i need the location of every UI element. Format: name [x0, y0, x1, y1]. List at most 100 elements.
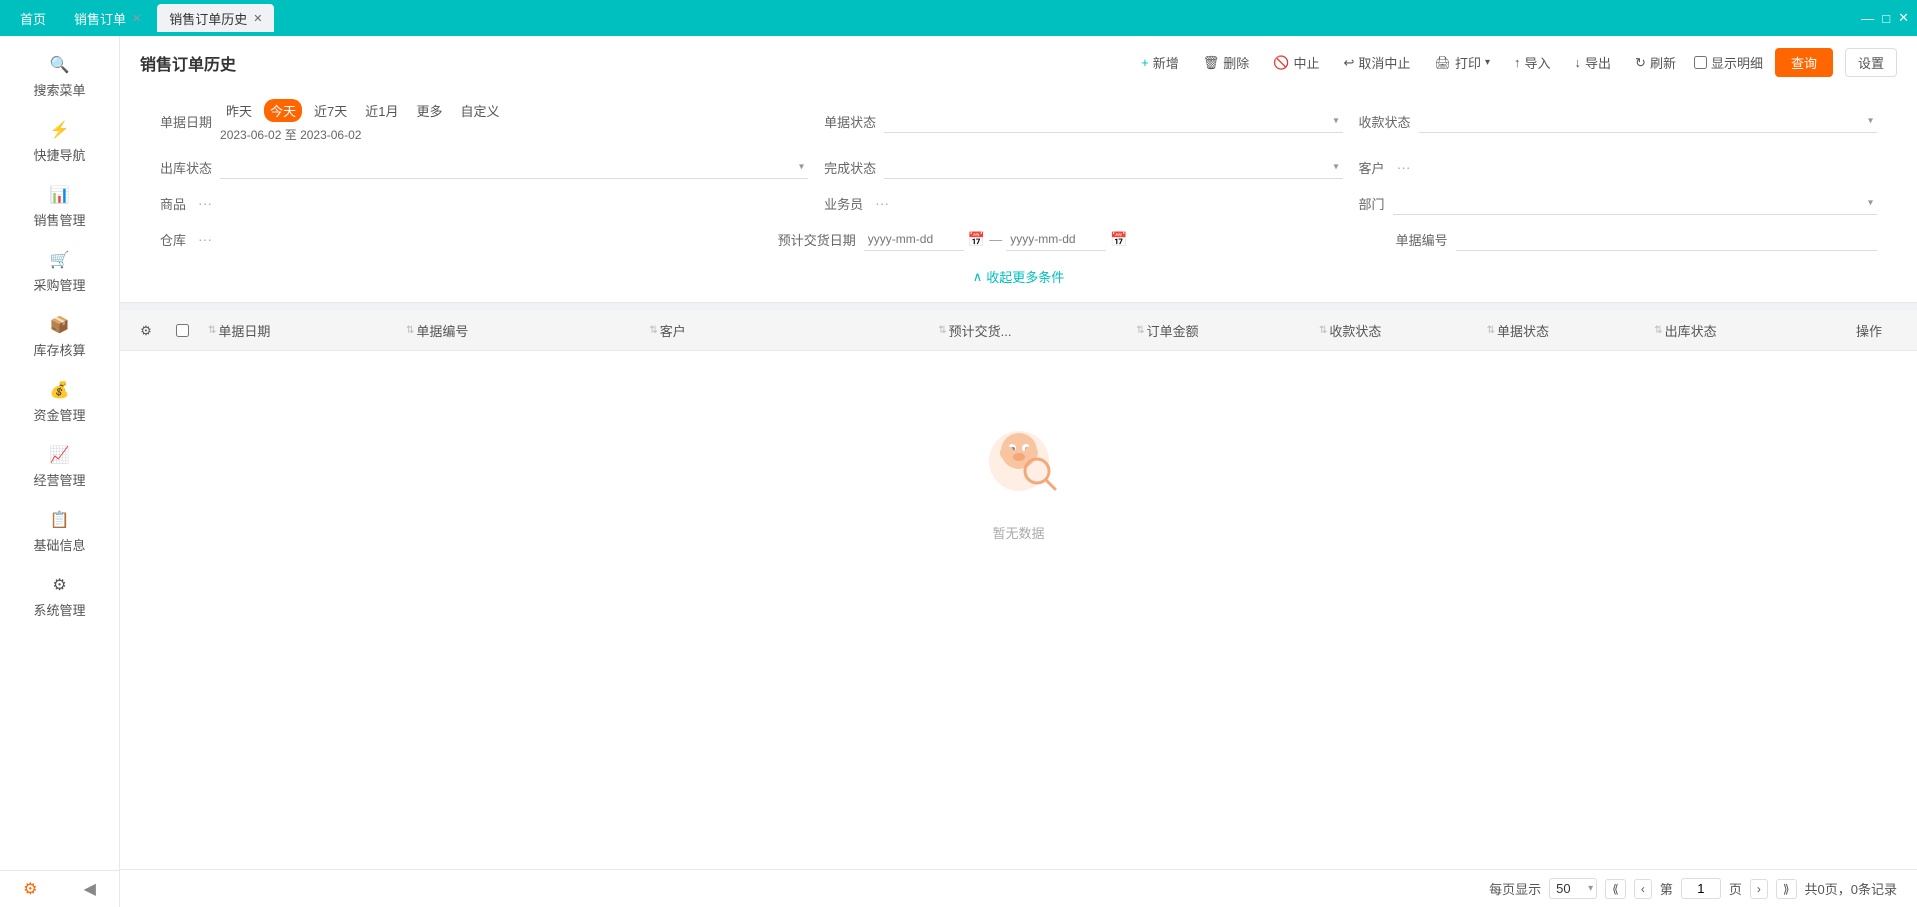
page-next-btn[interactable]: ›	[1750, 879, 1768, 899]
date-btn-more[interactable]: 更多	[411, 99, 449, 122]
complete-status-select[interactable]	[884, 155, 1342, 179]
sort-icon: ⇅	[1136, 325, 1144, 336]
empty-text: 暂无数据	[992, 523, 1044, 542]
print-label: 打印	[1455, 53, 1481, 72]
minimize-btn[interactable]: —	[1861, 11, 1874, 26]
warehouse-dots-btn[interactable]: ···	[194, 229, 216, 249]
th-order-status[interactable]: ⇅ 单据状态	[1479, 321, 1647, 340]
date-btn-1month[interactable]: 近1月	[359, 99, 404, 122]
filter-row-1: 单据日期 昨天 今天 近7天 近1月 更多 自定义 2023-06-02 至 2…	[160, 99, 1877, 143]
new-button[interactable]: + 新增	[1135, 49, 1185, 76]
th-settings[interactable]: ⚙	[128, 323, 164, 339]
sidebar-item-system[interactable]: ⚙ 系统管理	[0, 564, 119, 629]
table-header: ⚙ ⇅ 单据日期 ⇅ 单据编号 ⇅ 客户	[120, 311, 1917, 351]
tab-sales-order-close[interactable]: ✕	[132, 12, 141, 25]
th-amount[interactable]: ⇅ 订单金额	[1128, 321, 1311, 340]
settings-button[interactable]: 设置	[1845, 48, 1897, 77]
content: 销售订单历史 + 新增 🗑 删除 🚫 中止 ↩	[120, 36, 1917, 907]
cancel-stop-button[interactable]: ↩ 取消中止	[1338, 49, 1417, 76]
query-button[interactable]: 查询	[1775, 48, 1833, 77]
collapse-row[interactable]: ∧ 收起更多条件	[160, 263, 1877, 290]
salesperson-dots-btn[interactable]: ···	[871, 193, 893, 213]
export-icon: ↓	[1575, 55, 1582, 70]
page-prev-btn[interactable]: ‹	[1634, 879, 1652, 899]
th-action-label: 操作	[1856, 321, 1882, 340]
page-size-select[interactable]: 10 20 50 100	[1549, 878, 1597, 899]
stop-label: 中止	[1294, 53, 1320, 72]
page-first-btn[interactable]: ⟪	[1605, 879, 1626, 899]
collapse-up-icon: ∧	[973, 269, 983, 285]
stop-button[interactable]: 🚫 中止	[1267, 49, 1325, 76]
sidebar-item-purchase-mgmt[interactable]: 🛒 采购管理	[0, 239, 119, 304]
export-button[interactable]: ↓ 导出	[1569, 49, 1618, 76]
sort-icon: ⇅	[649, 325, 657, 336]
delete-button[interactable]: 🗑 删除	[1197, 49, 1256, 76]
inventory-icon: 📦	[49, 314, 71, 336]
customer-dots-btn[interactable]: ···	[1393, 157, 1415, 177]
calendar-to-icon[interactable]: 📅	[1110, 231, 1127, 248]
date-btn-7days[interactable]: 近7天	[308, 99, 353, 122]
th-customer[interactable]: ⇅ 客户	[641, 321, 930, 340]
date-dash: —	[989, 232, 1002, 247]
page-last-btn[interactable]: ⟫	[1776, 879, 1797, 899]
refresh-button[interactable]: ↻ 刷新	[1629, 49, 1682, 76]
maximize-btn[interactable]: □	[1882, 11, 1890, 26]
sidebar-item-purchase-mgmt-label: 采购管理	[33, 275, 85, 294]
th-sn[interactable]: ⇅ 单据编号	[398, 321, 641, 340]
tab-sales-order-history-label: 销售订单历史	[169, 9, 247, 28]
order-no-control	[1456, 227, 1877, 251]
th-customer-label: 客户	[660, 321, 686, 340]
sidebar-settings-icon[interactable]: ⚙	[23, 879, 37, 899]
sidebar-item-finance[interactable]: 💰 资金管理	[0, 369, 119, 434]
th-pay-status[interactable]: ⇅ 收款状态	[1311, 321, 1479, 340]
pay-status-control: ▾	[1419, 109, 1877, 133]
sidebar-item-basic-info[interactable]: 📋 基础信息	[0, 499, 119, 564]
th-checkbox[interactable]	[164, 324, 200, 337]
print-button[interactable]: 🖨 打印 ▾	[1428, 49, 1496, 76]
show-detail-checkbox[interactable]	[1694, 56, 1707, 69]
collapse-label: 收起更多条件	[986, 267, 1064, 286]
sidebar-item-sales-mgmt[interactable]: 📊 销售管理	[0, 174, 119, 239]
tab-sales-order-history[interactable]: 销售订单历史 ✕	[157, 4, 274, 32]
tab-sales-order-history-close[interactable]: ✕	[253, 12, 262, 25]
sidebar-item-operations[interactable]: 📈 经营管理	[0, 434, 119, 499]
th-amount-label: 订单金额	[1147, 321, 1199, 340]
goods-dots-btn[interactable]: ···	[194, 193, 216, 213]
pay-status-select[interactable]	[1419, 109, 1877, 133]
export-label: 导出	[1585, 53, 1611, 72]
page-input[interactable]	[1681, 878, 1721, 899]
sidebar-item-search-menu-label: 搜索菜单	[33, 80, 85, 99]
date-btn-today[interactable]: 今天	[264, 99, 302, 122]
calendar-from-icon[interactable]: 📅	[968, 231, 985, 248]
th-out-status[interactable]: ⇅ 出库状态	[1646, 321, 1829, 340]
out-status-select[interactable]	[220, 155, 808, 179]
select-all-checkbox[interactable]	[176, 324, 189, 337]
tab-sales-order[interactable]: 销售订单 ✕	[62, 4, 153, 32]
delivery-date-to[interactable]	[1006, 228, 1106, 251]
import-icon: ↑	[1514, 55, 1521, 70]
date-btn-custom[interactable]: 自定义	[455, 99, 506, 122]
close-btn[interactable]: ✕	[1898, 10, 1909, 26]
tab-home[interactable]: + 新增 首页	[8, 4, 58, 32]
order-no-input[interactable]	[1456, 227, 1877, 251]
sidebar-item-search-menu[interactable]: 🔍 搜索菜单	[0, 44, 119, 109]
order-status-select[interactable]	[884, 109, 1342, 133]
show-detail-checkbox-wrap[interactable]: 显示明细	[1694, 53, 1763, 72]
th-delivery[interactable]: ⇅ 预计交货...	[930, 321, 1128, 340]
sidebar: 🔍 搜索菜单 ⚡ 快捷导航 📊 销售管理 🛒 采购管理 📦 库存核算 💰 资金管…	[0, 36, 120, 907]
delete-label: 删除	[1223, 53, 1249, 72]
sidebar-item-quick-nav[interactable]: ⚡ 快捷导航	[0, 109, 119, 174]
delivery-date-wrap: 📅 — 📅	[864, 228, 1380, 251]
cancel-stop-label: 取消中止	[1358, 53, 1410, 72]
import-button[interactable]: ↑ 导入	[1508, 49, 1557, 76]
sidebar-collapse-icon[interactable]: ◀	[84, 879, 96, 899]
sidebar-item-system-label: 系统管理	[33, 600, 85, 619]
sidebar-item-inventory[interactable]: 📦 库存核算	[0, 304, 119, 369]
order-status-control: ▾	[884, 109, 1342, 133]
date-btn-yesterday[interactable]: 昨天	[220, 99, 258, 122]
department-select[interactable]	[1393, 191, 1877, 215]
delivery-date-from[interactable]	[864, 228, 964, 251]
th-date[interactable]: ⇅ 单据日期	[200, 321, 398, 340]
th-order-status-label: 单据状态	[1497, 321, 1549, 340]
sort-icon: ⇅	[208, 325, 216, 336]
